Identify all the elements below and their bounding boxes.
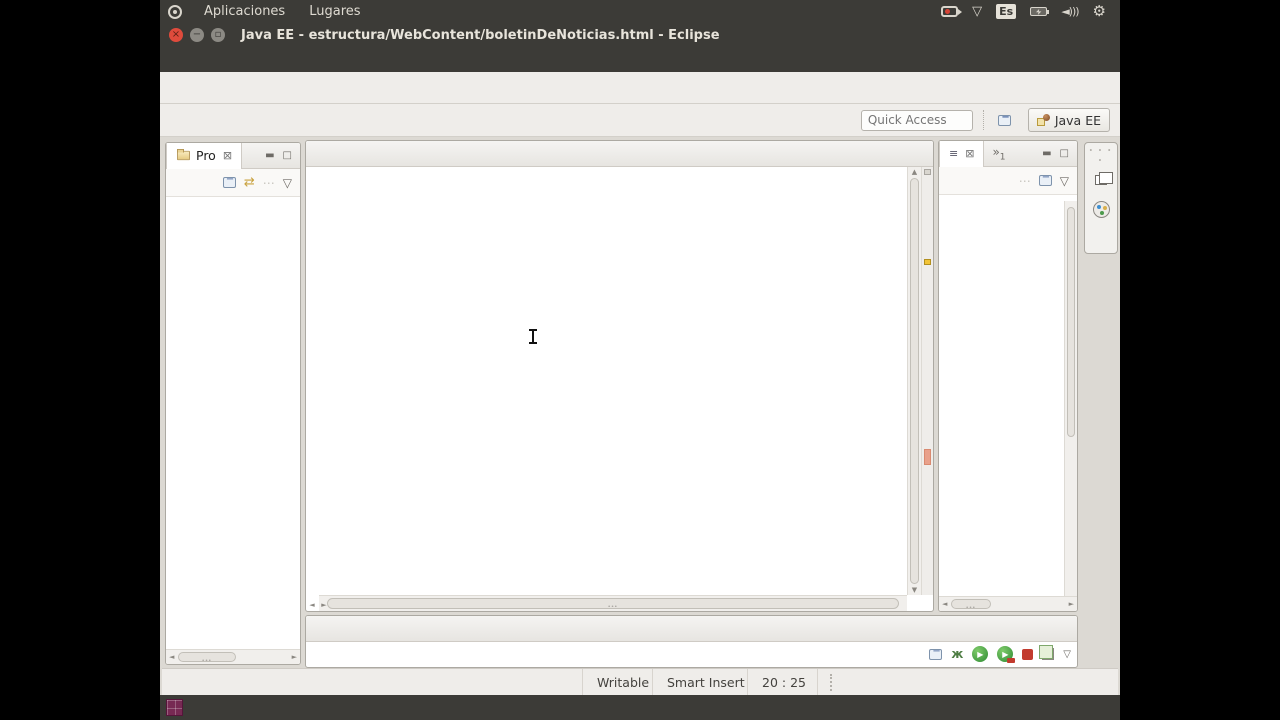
collapse-all-icon[interactable] bbox=[929, 646, 943, 660]
status-bar: Writable Smart Insert 20 : 25 bbox=[162, 668, 1118, 696]
scroll-left-icon[interactable]: ◄ bbox=[307, 600, 317, 610]
window-close-button[interactable]: × bbox=[169, 28, 183, 42]
bottom-views-panel: ж ▶ ▶ ▽ bbox=[305, 615, 1078, 668]
quick-access-input[interactable] bbox=[860, 109, 973, 131]
minimize-view-icon[interactable]: ▬ bbox=[265, 150, 274, 161]
settings-gear-icon[interactable]: ⚙ bbox=[1093, 0, 1106, 23]
project-explorer-tabs: Pro ⊠ ▬ □ bbox=[166, 143, 300, 169]
code-area[interactable] bbox=[306, 167, 907, 595]
occurrence-marker[interactable] bbox=[924, 449, 931, 465]
close-icon[interactable]: ⊠ bbox=[965, 147, 974, 160]
warning-marker[interactable] bbox=[924, 259, 931, 265]
outline-tree bbox=[939, 205, 1064, 596]
stop-server-icon[interactable] bbox=[1022, 648, 1034, 660]
servers-toolbar: ж ▶ ▶ ▽ bbox=[929, 645, 1071, 663]
maximize-view-icon[interactable]: □ bbox=[1060, 148, 1069, 159]
project-explorer-toolbar: ⇄ ⋯ ▽ bbox=[166, 169, 300, 197]
insert-mode-status: Smart Insert bbox=[652, 669, 747, 696]
overview-header-marker bbox=[924, 169, 931, 175]
window-titlebar: × − ▫ Java EE - estructura/WebContent/bo… bbox=[160, 23, 1120, 47]
outline-tabs: ≡ ⊠ »1 ▬ □ bbox=[939, 141, 1077, 167]
project-explorer-icon bbox=[177, 149, 190, 161]
places-menu[interactable]: Lugares bbox=[297, 0, 372, 23]
bottom-panel-tabs bbox=[306, 616, 1077, 642]
perspective-button-javaee[interactable]: Java EE bbox=[1027, 108, 1110, 132]
wifi-icon[interactable]: ▽ bbox=[972, 0, 982, 23]
applications-menu[interactable]: Aplicaciones bbox=[192, 0, 297, 23]
window-maximize-button[interactable]: ▫ bbox=[211, 28, 225, 42]
maximize-view-icon[interactable]: □ bbox=[283, 150, 292, 161]
menu-bar bbox=[160, 47, 1120, 72]
debug-server-icon[interactable]: ж bbox=[951, 647, 963, 661]
outline-vscrollbar[interactable] bbox=[1064, 201, 1077, 596]
outline-hscrollbar[interactable]: ◄ ► 🞄🞄🞄 bbox=[939, 596, 1077, 611]
profile-server-icon[interactable]: ▶ bbox=[997, 646, 1016, 663]
battery-icon[interactable] bbox=[1030, 7, 1050, 16]
restore-view-icon[interactable] bbox=[1095, 172, 1113, 185]
screen: Aplicaciones Lugares ▽ Es ◄))) ⚙ × − ▫ J… bbox=[0, 0, 1280, 720]
window-title: Java EE - estructura/WebContent/boletinD… bbox=[241, 27, 720, 43]
focus-icon: ⋯ bbox=[1018, 173, 1031, 188]
workspace-switcher-icon[interactable] bbox=[166, 699, 183, 716]
scroll-up-icon[interactable]: ▲ bbox=[908, 167, 921, 177]
project-tree bbox=[166, 203, 296, 649]
window-minimize-button[interactable]: − bbox=[190, 28, 204, 42]
view-menu-icon[interactable]: ▽ bbox=[1060, 174, 1069, 188]
editor-vscrollbar[interactable]: ▲ ▼ bbox=[907, 167, 921, 595]
perspective-label: Java EE bbox=[1054, 112, 1101, 128]
scroll-right-icon[interactable]: ► bbox=[319, 600, 329, 610]
tab-outline[interactable]: ≡ ⊠ bbox=[939, 141, 985, 167]
overview-ruler[interactable] bbox=[921, 167, 933, 595]
project-explorer-panel: Pro⊠ ▬ □ ⇄ ⋯ ▽ ◄► 🞄🞄🞄 bbox=[165, 142, 301, 665]
collapse-all-icon[interactable] bbox=[222, 174, 236, 188]
publish-icon[interactable] bbox=[1039, 645, 1055, 660]
editor-tabs bbox=[306, 141, 933, 167]
outline-toolbar: ⋯ ▽ bbox=[939, 167, 1077, 195]
main-toolbar bbox=[160, 72, 1120, 104]
outline-icon: ≡ bbox=[949, 147, 959, 160]
outline-panel: ≡ ⊠ »1 ▬ □ ⋯ ▽ ◄► 🞄🞄🞄 bbox=[938, 140, 1078, 612]
minimize-view-icon[interactable]: ▬ bbox=[1042, 148, 1051, 159]
view-menu-icon[interactable]: ▽ bbox=[1063, 649, 1071, 660]
collapse-all-icon[interactable] bbox=[1038, 172, 1052, 186]
scroll-down-icon[interactable]: ▼ bbox=[908, 585, 921, 595]
close-icon[interactable]: ⊠ bbox=[223, 149, 232, 162]
editor-hscrollbar[interactable]: ◄ 🞄🞄🞄 ► bbox=[309, 595, 907, 611]
collapsed-view-strip: 🞄 🞄 🞄 🞄 bbox=[1084, 142, 1118, 254]
project-explorer-hscrollbar[interactable]: ◄ ► 🞄🞄🞄 bbox=[166, 649, 300, 664]
screen-recorder-icon[interactable] bbox=[941, 6, 963, 17]
open-perspective-icon[interactable] bbox=[995, 110, 1015, 130]
view-menu-icon[interactable]: ▽ bbox=[283, 176, 292, 190]
tab-project-explorer[interactable]: Pro ⊠ bbox=[166, 143, 243, 169]
editor-panel: ▲ ▼ ◄ 🞄🞄🞄 ► bbox=[305, 140, 934, 612]
distro-logo-icon[interactable] bbox=[168, 4, 182, 19]
system-tray: ▽ Es ◄))) ⚙ bbox=[941, 0, 1120, 23]
focus-icon: ⋯ bbox=[262, 175, 275, 190]
palette-view-icon[interactable] bbox=[1092, 201, 1110, 218]
navigation-toolbar: Java EE bbox=[160, 104, 1120, 137]
writable-status: Writable bbox=[582, 669, 652, 696]
link-with-editor-icon[interactable]: ⇄ bbox=[244, 175, 255, 190]
volume-icon[interactable]: ◄))) bbox=[1061, 5, 1079, 18]
caret-position-status: 20 : 25 bbox=[747, 669, 817, 696]
keyboard-layout-indicator[interactable]: Es bbox=[996, 4, 1017, 19]
more-views-indicator[interactable]: »1 bbox=[992, 145, 1005, 162]
drag-handle[interactable]: 🞄 🞄 🞄 🞄 bbox=[1085, 145, 1117, 165]
ubuntu-top-panel: Aplicaciones Lugares ▽ Es ◄))) ⚙ bbox=[160, 0, 1120, 23]
desktop: Aplicaciones Lugares ▽ Es ◄))) ⚙ × − ▫ J… bbox=[160, 0, 1120, 720]
javaee-perspective-icon bbox=[1036, 114, 1050, 126]
start-server-icon[interactable]: ▶ bbox=[972, 646, 989, 662]
window-list-taskbar bbox=[160, 695, 1120, 720]
